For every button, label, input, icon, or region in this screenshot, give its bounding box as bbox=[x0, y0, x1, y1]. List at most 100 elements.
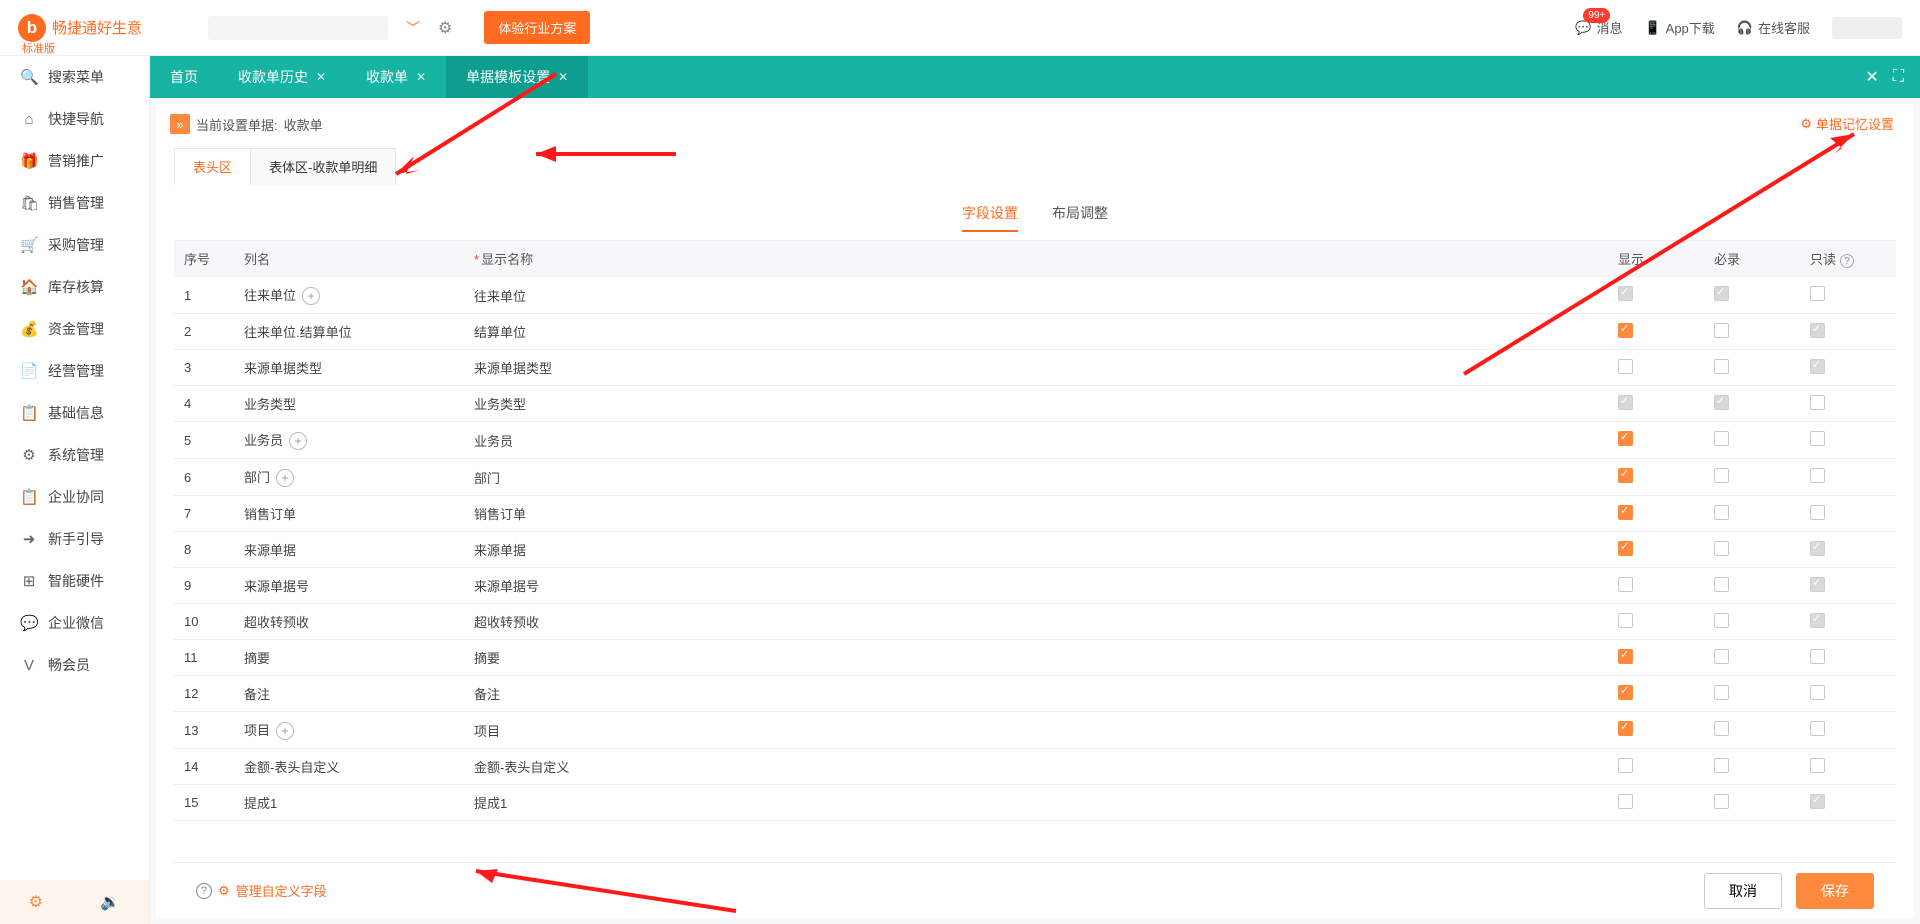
close-all-icon[interactable]: ✕ bbox=[1865, 67, 1878, 87]
leftnav-item[interactable]: 🛒采购管理 bbox=[0, 224, 149, 266]
checkbox[interactable] bbox=[1618, 505, 1633, 520]
cell-display-name[interactable]: 部门 bbox=[464, 459, 1608, 496]
checkbox[interactable] bbox=[1810, 758, 1825, 773]
close-icon[interactable]: ✕ bbox=[416, 70, 426, 84]
user-avatar-blur[interactable] bbox=[1832, 17, 1902, 39]
cell-display-name[interactable]: 来源单据号 bbox=[464, 568, 1608, 604]
checkbox[interactable] bbox=[1714, 794, 1729, 809]
cell-display-name[interactable]: 提成1 bbox=[464, 785, 1608, 821]
tab-label: 单据模板设置 bbox=[466, 67, 550, 87]
checkbox[interactable] bbox=[1714, 613, 1729, 628]
checkbox[interactable] bbox=[1810, 721, 1825, 736]
checkbox[interactable] bbox=[1618, 468, 1633, 483]
save-button[interactable]: 保存 bbox=[1796, 873, 1874, 909]
checkbox[interactable] bbox=[1714, 685, 1729, 700]
cell-display-name[interactable]: 业务员 bbox=[464, 422, 1608, 459]
area-tab[interactable]: 表头区 bbox=[174, 148, 251, 185]
cell-display-name[interactable]: 业务类型 bbox=[464, 386, 1608, 422]
fullscreen-icon[interactable]: ⛶ bbox=[1893, 68, 1904, 86]
online-service-link[interactable]: 🎧 在线客服 bbox=[1737, 18, 1810, 37]
help-icon[interactable]: ? bbox=[1840, 254, 1854, 268]
checkbox[interactable] bbox=[1714, 577, 1729, 592]
leftnav-item[interactable]: V畅会员 bbox=[0, 644, 149, 686]
cell-display-name[interactable]: 项目 bbox=[464, 712, 1608, 749]
checkbox[interactable] bbox=[1810, 286, 1825, 301]
leftnav-item[interactable]: 📋基础信息 bbox=[0, 392, 149, 434]
checkbox[interactable] bbox=[1810, 395, 1825, 410]
checkbox[interactable] bbox=[1714, 323, 1729, 338]
checkbox[interactable] bbox=[1618, 649, 1633, 664]
expand-handle-icon[interactable]: » bbox=[170, 114, 190, 134]
leftnav-item[interactable]: 🔍搜索菜单 bbox=[0, 56, 149, 98]
area-tab[interactable]: 表体区-收款单明细 bbox=[250, 148, 396, 185]
cell-display-name[interactable]: 来源单据类型 bbox=[464, 350, 1608, 386]
app-download-link[interactable]: 📱 App下载 bbox=[1644, 18, 1714, 37]
checkbox[interactable] bbox=[1618, 758, 1633, 773]
table-row: 6部门+部门 bbox=[174, 459, 1896, 496]
checkbox[interactable] bbox=[1714, 721, 1729, 736]
chevron-down-icon[interactable]: ﹀ bbox=[406, 18, 420, 38]
leftnav-item[interactable]: 💰资金管理 bbox=[0, 308, 149, 350]
checkbox[interactable] bbox=[1810, 649, 1825, 664]
checkbox[interactable] bbox=[1810, 431, 1825, 446]
cell-display-name[interactable]: 销售订单 bbox=[464, 496, 1608, 532]
checkbox[interactable] bbox=[1618, 685, 1633, 700]
leftnav-item[interactable]: 🛍销售管理 bbox=[0, 182, 149, 224]
checkbox[interactable] bbox=[1810, 468, 1825, 483]
leftnav-item[interactable]: ⊞智能硬件 bbox=[0, 560, 149, 602]
settings-icon[interactable]: ⚙ bbox=[29, 892, 43, 912]
leftnav-item[interactable]: ⌂快捷导航 bbox=[0, 98, 149, 140]
page-tab[interactable]: 单据模板设置 ✕ bbox=[446, 56, 588, 98]
cell-display-name[interactable]: 摘要 bbox=[464, 640, 1608, 676]
checkbox[interactable] bbox=[1714, 505, 1729, 520]
try-industry-button[interactable]: 体验行业方案 bbox=[484, 11, 590, 44]
close-icon[interactable]: ✕ bbox=[316, 70, 326, 84]
cell-display-name[interactable]: 来源单据 bbox=[464, 532, 1608, 568]
checkbox[interactable] bbox=[1714, 468, 1729, 483]
manage-custom-fields-link[interactable]: ? ⚙ 管理自定义字段 bbox=[196, 881, 327, 900]
leftnav-item[interactable]: 💬企业微信 bbox=[0, 602, 149, 644]
checkbox[interactable] bbox=[1618, 359, 1633, 374]
checkbox[interactable] bbox=[1810, 505, 1825, 520]
cell-display-name[interactable]: 结算单位 bbox=[464, 314, 1608, 350]
leftnav-item[interactable]: ➜新手引导 bbox=[0, 518, 149, 560]
checkbox[interactable] bbox=[1618, 613, 1633, 628]
page-tab[interactable]: 首页 bbox=[150, 56, 218, 98]
checkbox[interactable] bbox=[1618, 323, 1633, 338]
checkbox[interactable] bbox=[1618, 721, 1633, 736]
checkbox[interactable] bbox=[1618, 794, 1633, 809]
add-circle-icon[interactable]: + bbox=[289, 432, 307, 450]
checkbox[interactable] bbox=[1618, 541, 1633, 556]
checkbox[interactable] bbox=[1714, 649, 1729, 664]
cancel-button[interactable]: 取消 bbox=[1704, 873, 1782, 909]
gear-icon[interactable]: ⚙ bbox=[438, 18, 452, 38]
checkbox[interactable] bbox=[1618, 577, 1633, 592]
sub-tab[interactable]: 布局调整 bbox=[1052, 203, 1108, 232]
sound-icon[interactable]: 🔉 bbox=[100, 892, 120, 912]
leftnav-item[interactable]: 📋企业协同 bbox=[0, 476, 149, 518]
cell-display-name[interactable]: 金额-表头自定义 bbox=[464, 749, 1608, 785]
page-tab[interactable]: 收款单历史✕ bbox=[218, 56, 346, 98]
cell-display-name[interactable]: 备注 bbox=[464, 676, 1608, 712]
add-circle-icon[interactable]: + bbox=[276, 722, 294, 740]
checkbox[interactable] bbox=[1618, 431, 1633, 446]
leftnav-item[interactable]: ⚙系统管理 bbox=[0, 434, 149, 476]
checkbox[interactable] bbox=[1714, 359, 1729, 374]
leftnav-item[interactable]: 🏠库存核算 bbox=[0, 266, 149, 308]
close-icon[interactable]: ✕ bbox=[558, 70, 568, 84]
checkbox[interactable] bbox=[1810, 685, 1825, 700]
org-selector[interactable]: ﹀ ⚙ 体验行业方案 bbox=[208, 11, 590, 44]
add-circle-icon[interactable]: + bbox=[302, 287, 320, 305]
cell-display-name[interactable]: 往来单位 bbox=[464, 277, 1608, 314]
leftnav-item[interactable]: 🎁营销推广 bbox=[0, 140, 149, 182]
add-circle-icon[interactable]: + bbox=[276, 469, 294, 487]
cell-display-name[interactable]: 超收转预收 bbox=[464, 604, 1608, 640]
checkbox[interactable] bbox=[1714, 541, 1729, 556]
sub-tab[interactable]: 字段设置 bbox=[962, 203, 1018, 232]
page-tab[interactable]: 收款单✕ bbox=[346, 56, 446, 98]
messages-link[interactable]: 💬 消息 99+ bbox=[1575, 18, 1622, 37]
leftnav-item[interactable]: 📄经营管理 bbox=[0, 350, 149, 392]
checkbox[interactable] bbox=[1714, 431, 1729, 446]
doc-memory-settings-link[interactable]: ⚙ 单据记忆设置 bbox=[1800, 114, 1894, 133]
checkbox[interactable] bbox=[1714, 758, 1729, 773]
